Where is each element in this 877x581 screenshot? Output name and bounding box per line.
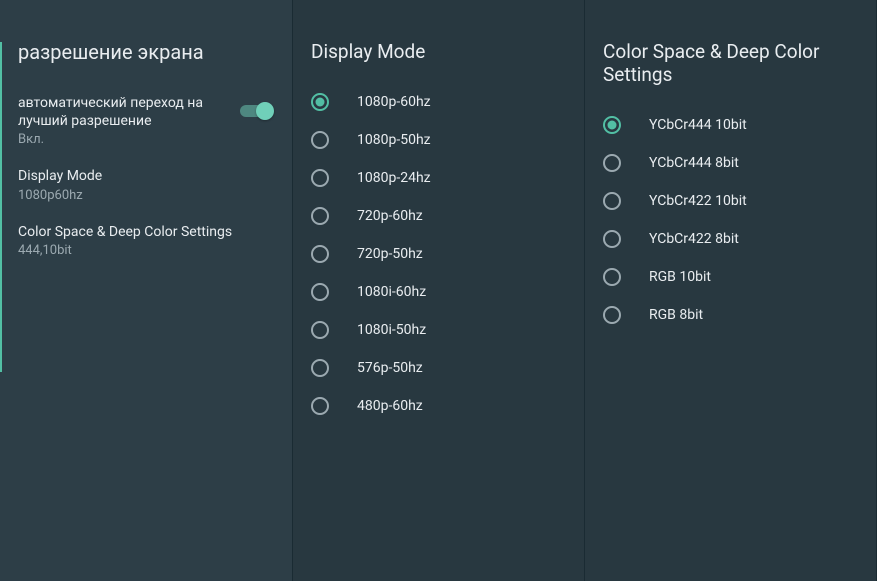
settings-list: автоматический переход на лучший разреше…	[0, 84, 292, 268]
display-mode-option[interactable]: 1080i-50hz	[293, 311, 584, 349]
display-mode-option[interactable]: 480p-60hz	[293, 387, 584, 425]
radio-label: YCbCr422 10bit	[649, 193, 747, 209]
color-space-option[interactable]: YCbCr422 8bit	[585, 220, 876, 258]
auto-resolution-toggle[interactable]	[240, 102, 274, 120]
radio-label: 576p-50hz	[357, 360, 423, 376]
radio-label: RGB 8bit	[649, 307, 703, 323]
setting-text-group: автоматический переход на лучший разреше…	[18, 94, 240, 147]
setting-label: автоматический переход на лучший разреше…	[18, 94, 232, 130]
display-mode-list: 1080p-60hz 1080p-50hz 1080p-24hz 720p-60hz 7…	[293, 83, 584, 425]
setting-label: Color Space & Deep Color Settings	[18, 223, 266, 241]
radio-icon	[311, 283, 329, 301]
display-mode-option[interactable]: 1080i-60hz	[293, 273, 584, 311]
radio-label: 1080i-50hz	[357, 322, 426, 338]
radio-icon	[311, 131, 329, 149]
radio-label: 1080i-60hz	[357, 284, 426, 300]
setting-sub: 1080p60hz	[18, 188, 266, 203]
radio-icon	[603, 154, 621, 172]
radio-label: 1080p-24hz	[357, 170, 431, 186]
radio-label: RGB 10bit	[649, 269, 711, 285]
color-space-option[interactable]: YCbCr444 8bit	[585, 144, 876, 182]
color-space-option[interactable]: YCbCr444 10bit	[585, 106, 876, 144]
radio-label: 720p-50hz	[357, 246, 423, 262]
display-mode-option[interactable]: 720p-60hz	[293, 197, 584, 235]
radio-label: YCbCr422 8bit	[649, 231, 739, 247]
display-mode-option[interactable]: 1080p-50hz	[293, 121, 584, 159]
toggle-thumb	[256, 102, 274, 120]
radio-icon	[603, 268, 621, 286]
radio-label: YCbCr444 8bit	[649, 155, 739, 171]
color-space-list: YCbCr444 10bit YCbCr444 8bit YCbCr422 10bi…	[585, 106, 876, 334]
display-mode-setting[interactable]: Display Mode 1080p60hz	[0, 157, 292, 212]
radio-label: 1080p-50hz	[357, 132, 431, 148]
radio-icon	[311, 169, 329, 187]
setting-label: Display Mode	[18, 167, 266, 185]
color-space-setting[interactable]: Color Space & Deep Color Settings 444,10…	[0, 213, 292, 268]
setting-text-group: Display Mode 1080p60hz	[18, 167, 274, 202]
display-mode-option[interactable]: 1080p-24hz	[293, 159, 584, 197]
display-mode-option[interactable]: 1080p-60hz	[293, 83, 584, 121]
radio-icon	[603, 230, 621, 248]
radio-icon	[311, 359, 329, 377]
radio-label: 1080p-60hz	[357, 94, 431, 110]
radio-label: 480p-60hz	[357, 398, 423, 414]
screen-resolution-panel: разрешение экрана автоматический переход…	[0, 0, 293, 581]
panel-title-resolution: разрешение экрана	[0, 0, 292, 84]
color-space-option[interactable]: RGB 8bit	[585, 296, 876, 334]
radio-icon	[311, 245, 329, 263]
display-mode-option[interactable]: 576p-50hz	[293, 349, 584, 387]
radio-label: 720p-60hz	[357, 208, 423, 224]
radio-icon	[311, 93, 329, 111]
radio-icon	[311, 321, 329, 339]
setting-text-group: Color Space & Deep Color Settings 444,10…	[18, 223, 274, 258]
setting-sub: Вкл.	[18, 132, 232, 147]
radio-icon	[311, 207, 329, 225]
radio-icon	[603, 116, 621, 134]
color-space-option[interactable]: YCbCr422 10bit	[585, 182, 876, 220]
panel-title-display-mode: Display Mode	[293, 0, 584, 83]
setting-sub: 444,10bit	[18, 243, 266, 258]
radio-icon	[603, 306, 621, 324]
auto-best-resolution-setting[interactable]: автоматический переход на лучший разреше…	[0, 84, 292, 157]
display-mode-option[interactable]: 720p-50hz	[293, 235, 584, 273]
radio-icon	[603, 192, 621, 210]
panel-title-color-space: Color Space & Deep Color Settings	[585, 0, 876, 106]
display-mode-panel: Display Mode 1080p-60hz 1080p-50hz 1080p-2…	[293, 0, 585, 581]
radio-icon	[311, 397, 329, 415]
color-space-option[interactable]: RGB 10bit	[585, 258, 876, 296]
color-space-panel: Color Space & Deep Color Settings YCbCr4…	[585, 0, 877, 581]
radio-label: YCbCr444 10bit	[649, 117, 747, 133]
